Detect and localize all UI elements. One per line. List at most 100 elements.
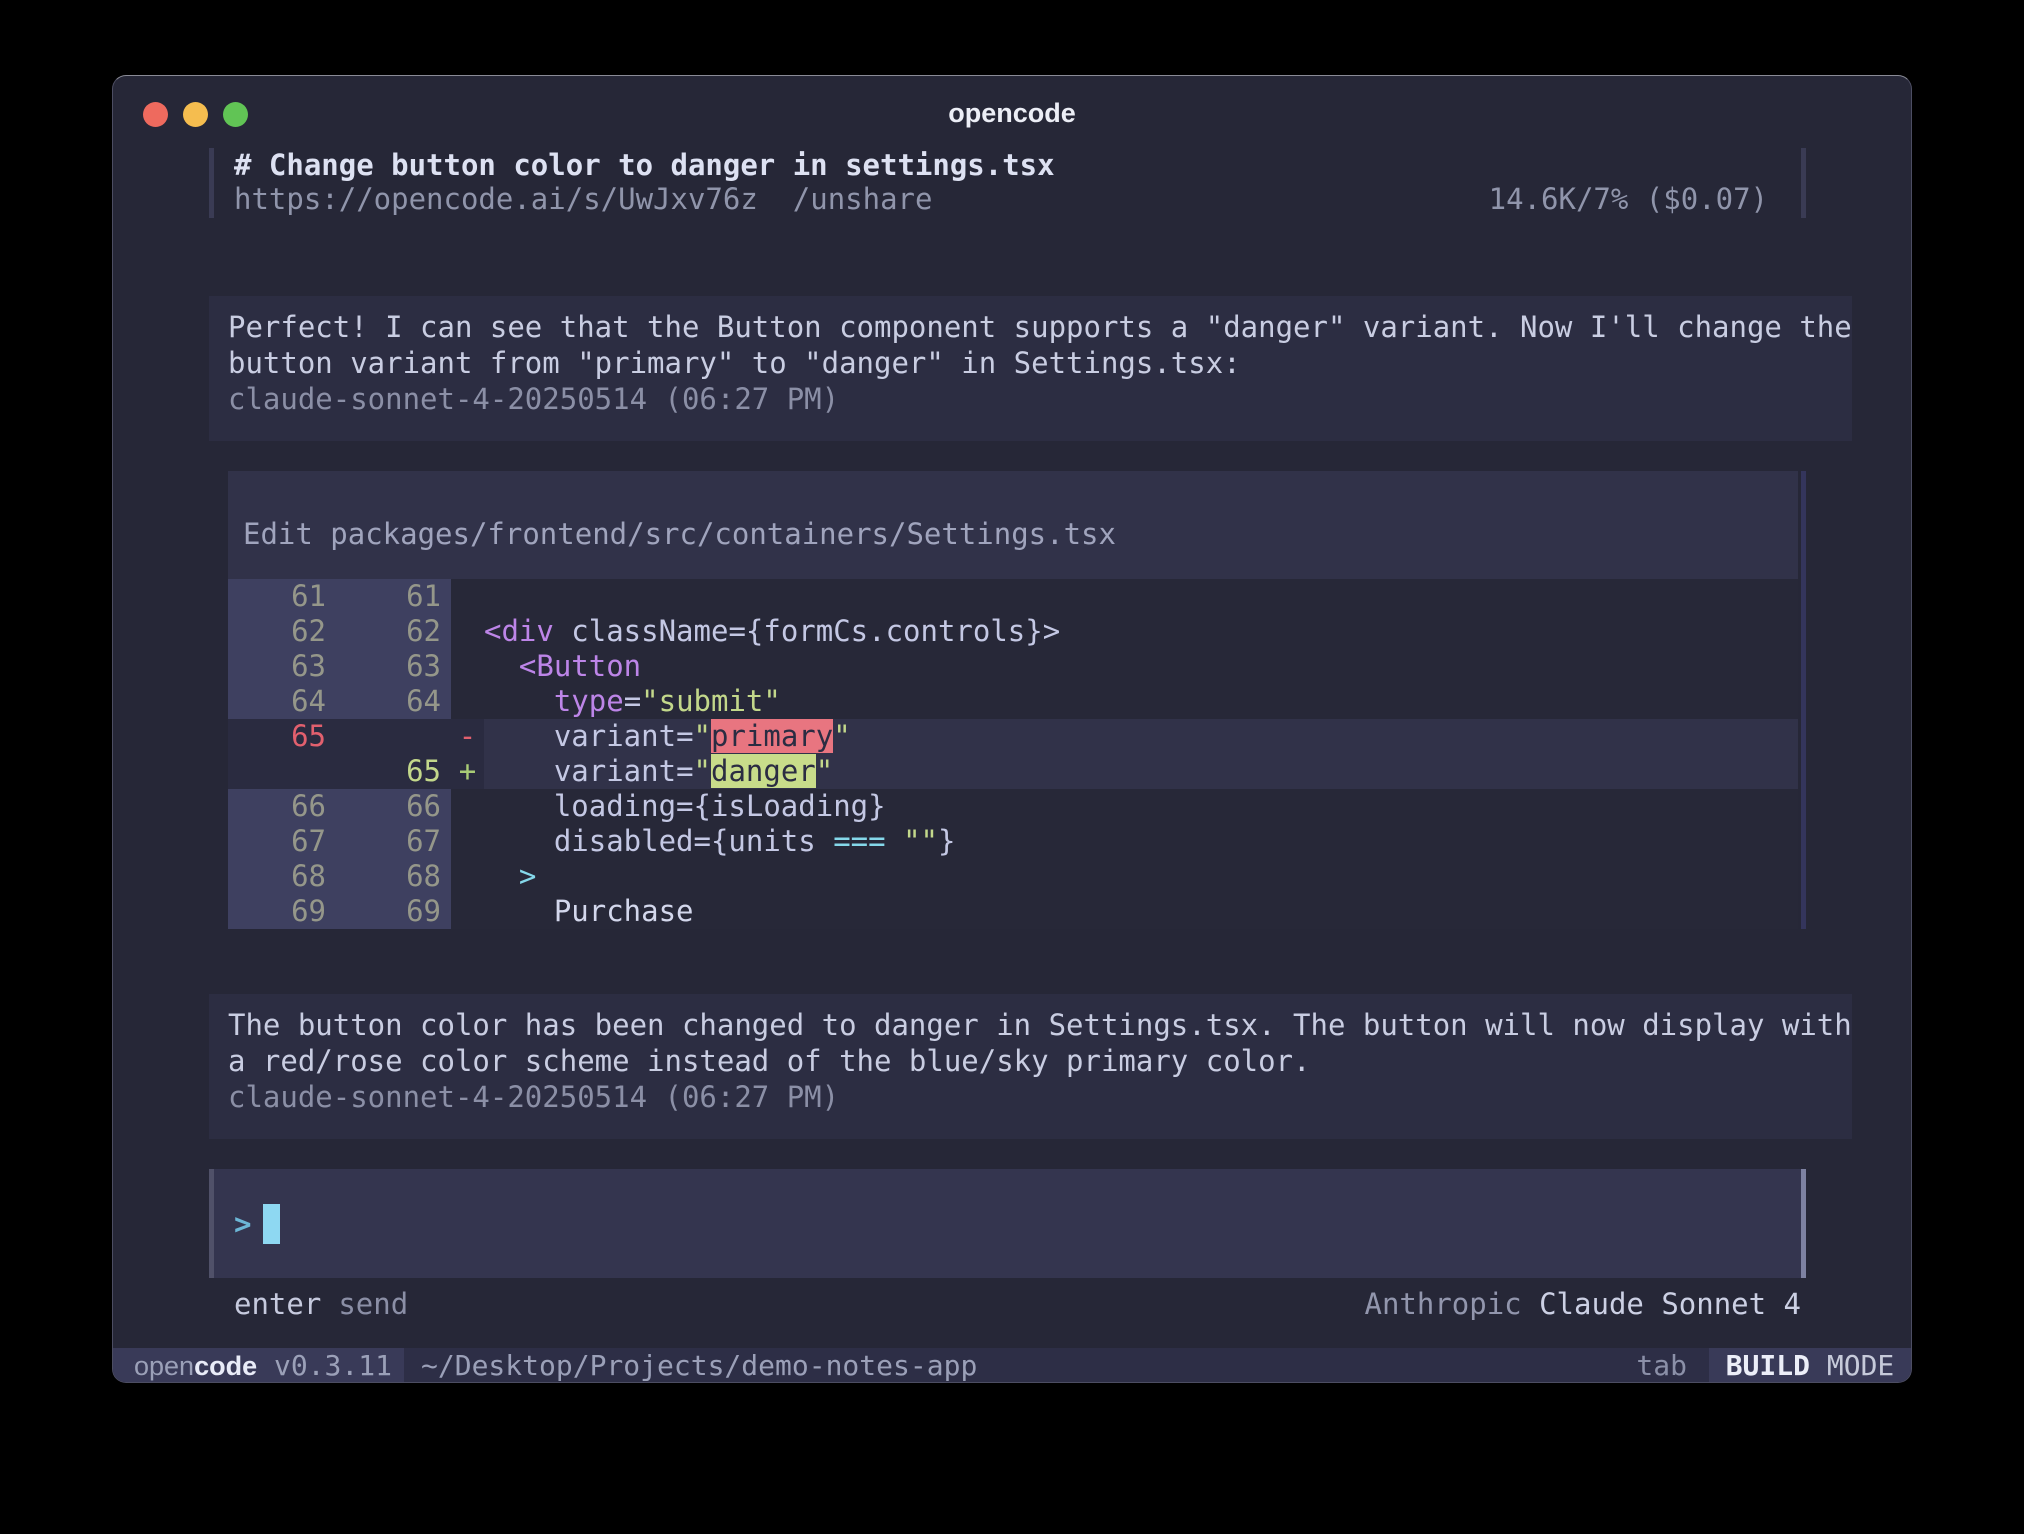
code-line: type="submit" (484, 684, 1798, 719)
window-title: opencode (113, 98, 1911, 129)
code-token: Purchase (554, 894, 694, 928)
edit-tool-title: Edit packages/frontend/src/containers/Se… (228, 471, 1798, 579)
code-token: className={formCs.controls}> (554, 614, 1060, 648)
code-token: variant (554, 719, 676, 753)
working-directory: ~/Desktop/Projects/demo-notes-app (421, 1348, 977, 1383)
line-number-new: 67 (326, 824, 451, 859)
opencode-window: opencode # Change button color to danger… (112, 75, 1912, 1383)
code-token: danger (711, 754, 816, 788)
share-url[interactable]: https://opencode.ai/s/UwJxv76z (234, 182, 758, 216)
assistant-message: Perfect! I can see that the Button compo… (209, 296, 1801, 441)
code-token: " (833, 719, 850, 753)
code-token (484, 894, 554, 928)
code-line: loading={isLoading} (484, 789, 1798, 824)
session-title: # Change button color to danger in setti… (234, 148, 1768, 182)
diff-marker (451, 684, 484, 719)
message-text-line: a red/rose color scheme instead of the b… (228, 1043, 1852, 1079)
code-token: } (938, 824, 955, 858)
line-number-old: 65 (228, 719, 326, 754)
send-action-hint: send (338, 1286, 408, 1322)
diff-marker: + (451, 754, 484, 789)
enter-key-hint: enter (234, 1286, 321, 1322)
code-line (484, 579, 1798, 614)
window-titlebar[interactable]: opencode (113, 76, 1911, 146)
prompt-right-border (1801, 1169, 1806, 1278)
code-token: loading={isLoading} (484, 789, 886, 823)
diff-view: 61616262 <div className={formCs.controls}… (228, 579, 1798, 929)
code-token: " (694, 719, 711, 753)
prompt-input[interactable]: > (209, 1169, 1806, 1278)
code-token: = (624, 684, 641, 718)
code-token: type (554, 684, 624, 718)
message-text-line: button variant from "primary" to "danger… (228, 345, 1852, 381)
code-token: " (816, 754, 833, 788)
code-token (484, 719, 554, 753)
build-mode-toggle[interactable]: BUILD MODE (1709, 1348, 1911, 1383)
code-token: === (833, 824, 885, 858)
line-number-old: 66 (228, 789, 326, 824)
message-text-line: Perfect! I can see that the Button compo… (228, 309, 1852, 345)
line-number-new: 66 (326, 789, 451, 824)
line-number-new (326, 719, 451, 754)
line-number-old (228, 754, 326, 789)
model-name: Claude Sonnet 4 (1522, 1286, 1801, 1322)
session-header: # Change button color to danger in setti… (209, 148, 1806, 218)
unshare-command[interactable]: /unshare (793, 182, 933, 216)
diff-row: 6666 loading={isLoading} (228, 789, 1798, 824)
code-token: <div (484, 614, 554, 648)
diff-marker: - (451, 719, 484, 754)
diff-marker (451, 894, 484, 929)
header-left-border (209, 148, 214, 218)
code-token: "submit" (641, 684, 781, 718)
code-token: variant (554, 754, 676, 788)
message-model-timestamp: claude-sonnet-4-20250514 (06:27 PM) (228, 381, 1852, 417)
code-line: disabled={units === ""} (484, 824, 1798, 859)
message-text-line: The button color has been changed to dan… (228, 1007, 1852, 1043)
line-number-new: 65 (326, 754, 451, 789)
diff-row: 65+ variant="danger" (228, 754, 1798, 789)
line-number-old: 63 (228, 649, 326, 684)
diff-marker (451, 614, 484, 649)
code-token: = (676, 719, 693, 753)
app-version-chip: open code v0.3.11 (113, 1348, 404, 1383)
line-number-old: 69 (228, 894, 326, 929)
code-line: variant="danger" (484, 754, 1798, 789)
diff-row: 6363 <Button (228, 649, 1798, 684)
assistant-message: The button color has been changed to dan… (209, 994, 1801, 1139)
mode-label: MODE (1810, 1348, 1894, 1383)
provider-name: Anthropic (1365, 1286, 1522, 1322)
code-token (484, 859, 519, 893)
token-usage: 14.6K/7% ($0.07) (1489, 182, 1768, 216)
diff-row: 6767 disabled={units === ""} (228, 824, 1798, 859)
header-right-border (1801, 148, 1806, 218)
diff-row: 6464 type="submit" (228, 684, 1798, 719)
diff-row: 6262 <div className={formCs.controls}> (228, 614, 1798, 649)
diff-right-border (1801, 471, 1806, 929)
diff-row: 6868 > (228, 859, 1798, 894)
diff-row: 65 - variant="primary" (228, 719, 1798, 754)
code-token: "" (903, 824, 938, 858)
brand-code: code (194, 1348, 257, 1383)
diff-marker (451, 859, 484, 894)
line-number-new: 62 (326, 614, 451, 649)
code-line: <Button (484, 649, 1798, 684)
tab-key-hint: tab (1636, 1348, 1687, 1383)
code-token: = (676, 754, 693, 788)
edit-tool-call: Edit packages/frontend/src/containers/Se… (228, 471, 1798, 929)
code-line: variant="primary" (484, 719, 1798, 754)
line-number-old: 67 (228, 824, 326, 859)
prompt-symbol: > (234, 1207, 251, 1241)
code-token: disabled={units (484, 824, 833, 858)
diff-marker (451, 789, 484, 824)
line-number-new: 61 (326, 579, 451, 614)
message-model-timestamp: claude-sonnet-4-20250514 (06:27 PM) (228, 1079, 1852, 1115)
line-number-new: 68 (326, 859, 451, 894)
line-number-old: 64 (228, 684, 326, 719)
diff-marker (451, 649, 484, 684)
brand-open: open (134, 1348, 194, 1383)
diff-row: 6161 (228, 579, 1798, 614)
line-number-old: 62 (228, 614, 326, 649)
code-token: > (519, 859, 536, 893)
status-bar: open code v0.3.11 ~/Desktop/Projects/dem… (113, 1348, 1911, 1383)
code-line: Purchase (484, 894, 1798, 929)
